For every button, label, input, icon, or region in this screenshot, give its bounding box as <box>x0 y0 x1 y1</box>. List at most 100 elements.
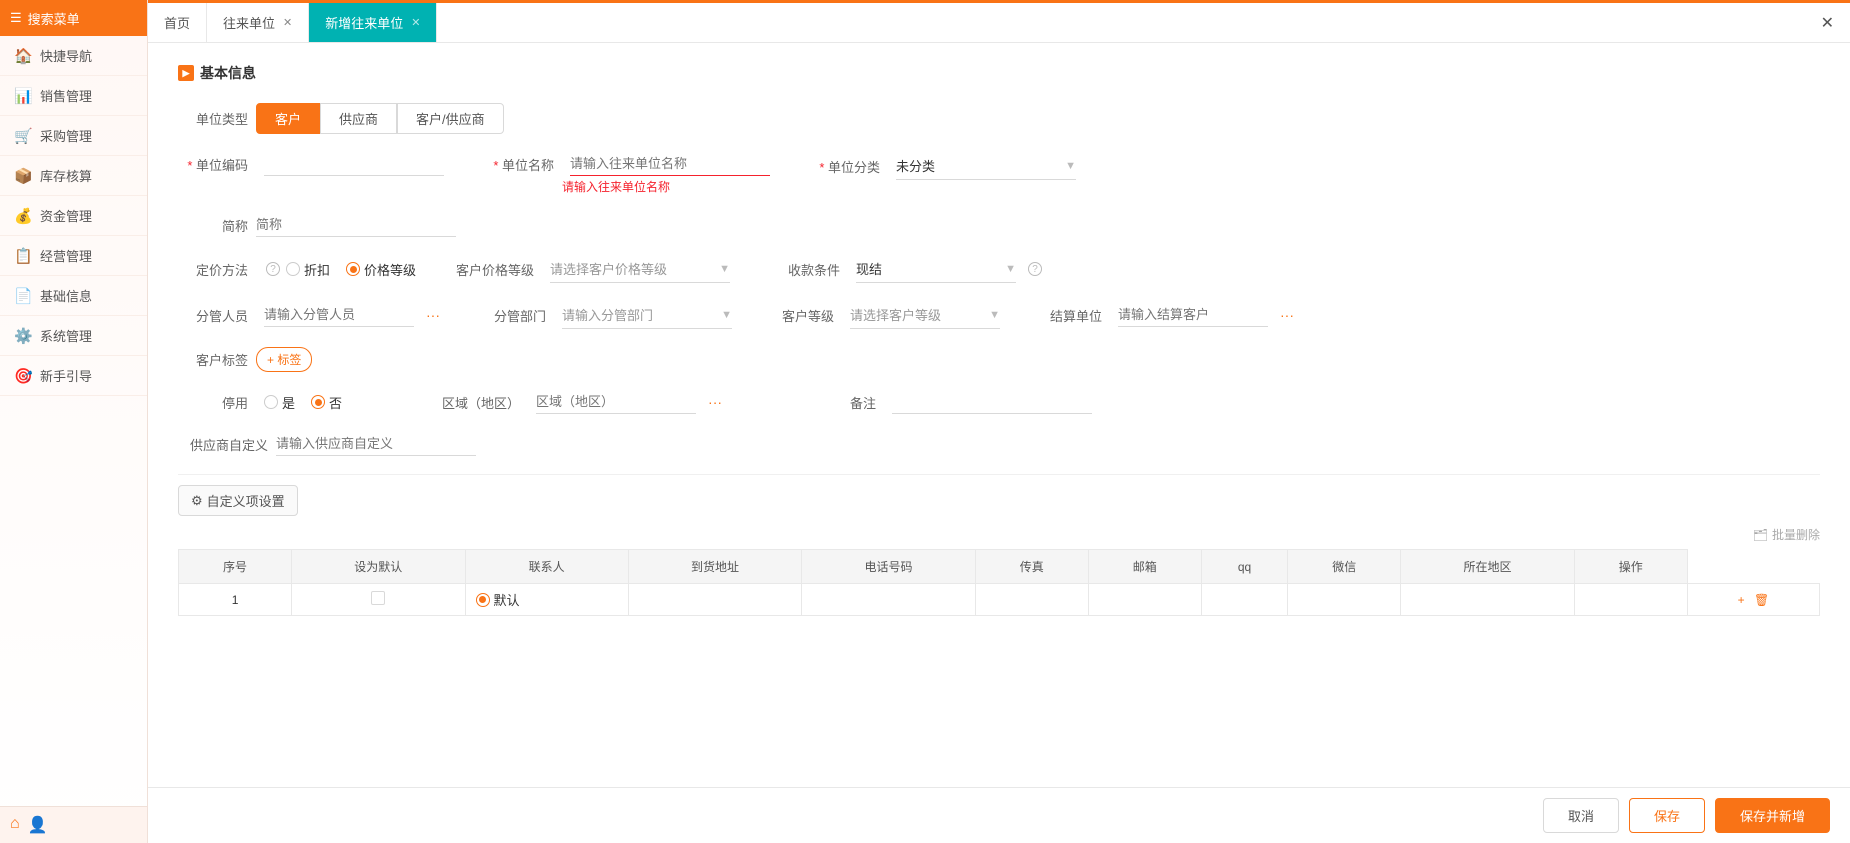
tab-label-home: 首页 <box>164 13 190 32</box>
sidebar-item-basic-info[interactable]: 📄基础信息 <box>0 276 147 316</box>
pricing-help-icon[interactable]: ? <box>266 262 280 276</box>
custom-settings-button[interactable]: ⚙ 自定义项设置 <box>178 485 298 516</box>
user-icon[interactable]: 👤 <box>28 815 48 835</box>
col-header-联系人: 联系人 <box>465 550 628 584</box>
guide-icon: 🎯 <box>14 367 32 385</box>
disabled-yes-label: 是 <box>282 393 295 412</box>
table-row: 1 默认 + 🗑 <box>179 584 1820 616</box>
sidebar-item-management[interactable]: 📋经营管理 <box>0 236 147 276</box>
unit-type-label: 单位类型 <box>178 109 248 128</box>
disabled-no-radio[interactable]: 否 <box>311 393 342 412</box>
cancel-button[interactable]: 取消 <box>1543 798 1619 833</box>
tab-bar: 首页往来单位✕新增往来单位✕ ✕ <box>148 3 1850 43</box>
discount-label: 折扣 <box>304 260 330 279</box>
supplier-custom-row: 供应商自定义 <box>178 432 1820 456</box>
price-level-placeholder: 请选择客户价格等级 <box>550 259 715 278</box>
area-input[interactable] <box>536 390 696 414</box>
payment-help-icon[interactable]: ? <box>1028 262 1042 276</box>
customer-price-level-select[interactable]: 请选择客户价格等级 ▼ <box>550 255 730 283</box>
sidebar-search[interactable]: ☰ 搜索菜单 <box>0 0 147 36</box>
sidebar-label-purchase: 采购管理 <box>40 126 92 145</box>
sidebar-label-guide: 新手引导 <box>40 366 92 385</box>
row-default[interactable]: 默认 <box>465 584 628 616</box>
row-checkbox-cell[interactable] <box>292 584 465 616</box>
supplier-custom-label: 供应商自定义 <box>178 435 268 454</box>
unit-type-btn-1[interactable]: 供应商 <box>320 103 397 134</box>
unit-type-btn-0[interactable]: 客户 <box>256 103 320 134</box>
settlement-input[interactable] <box>1118 303 1268 327</box>
row-email <box>1201 584 1287 616</box>
area-more-icon[interactable]: ··· <box>704 394 726 410</box>
tab-bar-close[interactable]: ✕ <box>1805 13 1850 33</box>
sidebar-item-finance[interactable]: 💰资金管理 <box>0 196 147 236</box>
unit-type-btn-2[interactable]: 客户/供应商 <box>397 103 504 134</box>
customer-tag-label: 客户标签 <box>178 350 248 369</box>
disabled-label: 停用 <box>178 393 248 412</box>
sidebar-item-sales[interactable]: 📊销售管理 <box>0 76 147 116</box>
pricing-label: 定价方法 <box>178 260 248 279</box>
sidebar-item-inventory[interactable]: 📦库存核算 <box>0 156 147 196</box>
short-name-label: 简称 <box>178 216 248 235</box>
unit-category-label: 单位分类 <box>810 157 880 176</box>
remark-input[interactable] <box>892 390 1092 414</box>
manager-input[interactable] <box>264 303 414 327</box>
row-add-icon[interactable]: + <box>1738 593 1745 607</box>
pricing-radio-level[interactable]: 价格等级 <box>346 260 416 279</box>
customer-level-select[interactable]: 请选择客户等级 ▼ <box>850 301 1000 329</box>
area-label: 区域（地区） <box>442 393 520 412</box>
row-qq <box>1288 584 1401 616</box>
unit-category-value: 未分类 <box>896 156 1061 175</box>
sidebar-item-quick-nav[interactable]: 🏠快捷导航 <box>0 36 147 76</box>
default-radio <box>476 593 490 607</box>
short-name-input[interactable] <box>256 213 456 237</box>
batch-delete-label[interactable]: 批量删除 <box>1772 526 1820 543</box>
table-body: 1 默认 + 🗑 <box>179 584 1820 616</box>
sidebar-label-finance: 资金管理 <box>40 206 92 225</box>
row-seq: 1 <box>179 584 292 616</box>
unit-name-input[interactable] <box>570 152 770 176</box>
unit-name-label: 单位名称 <box>484 155 554 174</box>
col-header-所在地区: 所在地区 <box>1401 550 1574 584</box>
tab-partners[interactable]: 往来单位✕ <box>207 3 309 42</box>
save-button[interactable]: 保存 <box>1629 798 1705 833</box>
section-title: 基本信息 <box>200 63 256 83</box>
sidebar-item-purchase[interactable]: 🛒采购管理 <box>0 116 147 156</box>
row-checkbox[interactable] <box>371 591 385 605</box>
sidebar-item-system[interactable]: ⚙️系统管理 <box>0 316 147 356</box>
col-header-微信: 微信 <box>1288 550 1401 584</box>
tab-close-partners[interactable]: ✕ <box>283 16 292 29</box>
contacts-table: 序号设为默认联系人到货地址电话号码传真邮箱qq微信所在地区操作 1默认 + 🗑 <box>178 549 1820 616</box>
add-tag-button[interactable]: + 标签 <box>256 347 312 372</box>
manager-row: 分管人员 ··· 分管部门 请输入分管部门 ▼ 客户等级 请选择客户等级 ▼ <box>178 301 1820 329</box>
row-contact <box>628 584 801 616</box>
cust-level-label: 客户等级 <box>764 306 834 325</box>
supplier-custom-input[interactable] <box>276 432 476 456</box>
row-delete-icon[interactable]: 🗑 <box>1754 593 1769 607</box>
system-icon: ⚙️ <box>14 327 32 345</box>
unit-code-input[interactable]: 000009 <box>264 152 444 176</box>
payment-terms-select[interactable]: 现结 ▼ <box>856 255 1016 283</box>
home-icon[interactable]: ⌂ <box>10 815 20 835</box>
row-fax <box>1088 584 1201 616</box>
unit-category-select[interactable]: 未分类 ▼ <box>896 152 1076 180</box>
pricing-row: 定价方法 ? 折扣 价格等级 客户价格等级 请选择客户价格等级 <box>178 255 1820 283</box>
settlement-more-icon[interactable]: ··· <box>1276 307 1298 323</box>
settlement-label: 结算单位 <box>1032 306 1102 325</box>
footer: 取消 保存 保存并新增 <box>148 787 1850 843</box>
manager-more-icon[interactable]: ··· <box>422 307 444 323</box>
save-and-new-button[interactable]: 保存并新增 <box>1715 798 1830 833</box>
tab-close-new-partner[interactable]: ✕ <box>411 16 420 29</box>
col-header-设为默认: 设为默认 <box>292 550 465 584</box>
divider <box>178 474 1820 475</box>
pricing-radio-discount[interactable]: 折扣 <box>286 260 330 279</box>
sidebar-item-guide[interactable]: 🎯 新手引导 <box>0 356 147 396</box>
tab-new-partner[interactable]: 新增往来单位✕ <box>309 3 437 42</box>
tab-home[interactable]: 首页 <box>148 3 207 42</box>
payment-dropdown-icon: ▼ <box>1005 263 1016 275</box>
cust-level-placeholder: 请选择客户等级 <box>850 305 985 324</box>
disabled-yes-radio[interactable]: 是 <box>264 393 295 412</box>
department-select[interactable]: 请输入分管部门 ▼ <box>562 301 732 329</box>
dept-dropdown-icon: ▼ <box>721 309 732 321</box>
unit-info-row: 单位编码 000009 单位名称 请输入往来单位名称 单位分类 未分类 ▼ <box>178 152 1820 195</box>
sales-icon: 📊 <box>14 87 32 105</box>
